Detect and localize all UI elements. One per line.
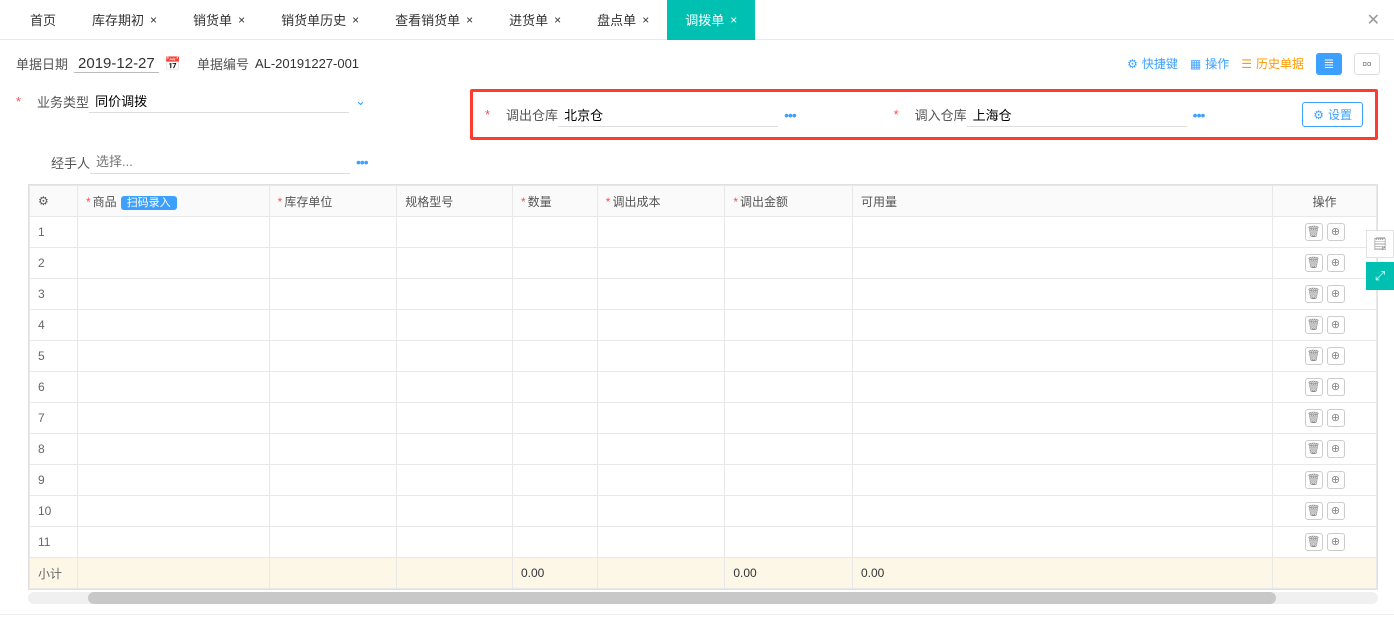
close-icon[interactable]: × bbox=[150, 13, 157, 27]
table-row[interactable]: 7🗑⊕ bbox=[30, 403, 1377, 434]
col-qty: *数量 bbox=[512, 186, 597, 217]
handler-label: 经手人 bbox=[28, 153, 90, 172]
date-value[interactable]: 2019-12-27 bbox=[74, 55, 159, 73]
table-row[interactable]: 4🗑⊕ bbox=[30, 310, 1377, 341]
table-row[interactable]: 5🗑⊕ bbox=[30, 341, 1377, 372]
tab-bar: 首页库存期初×销货单×销货单历史×查看销货单×进货单×盘点单×调拨单× bbox=[0, 0, 1394, 40]
add-icon[interactable]: ⊕ bbox=[1327, 533, 1345, 551]
add-icon[interactable]: ⊕ bbox=[1327, 285, 1345, 303]
settings-button[interactable]: ⚙设置 bbox=[1302, 102, 1363, 127]
grid-icon: ▦ bbox=[1190, 57, 1201, 71]
in-wh-input[interactable] bbox=[967, 103, 1187, 127]
notes-icon[interactable]: 🗒 bbox=[1366, 230, 1394, 258]
close-icon[interactable]: × bbox=[466, 13, 473, 27]
table-row[interactable]: 11🗑⊕ bbox=[30, 527, 1377, 558]
tab-进货单[interactable]: 进货单× bbox=[491, 0, 579, 40]
tab-盘点单[interactable]: 盘点单× bbox=[579, 0, 667, 40]
close-icon[interactable]: × bbox=[730, 13, 737, 27]
add-icon[interactable]: ⊕ bbox=[1327, 254, 1345, 272]
out-wh-input[interactable] bbox=[558, 103, 778, 127]
out-wh-label: 调出仓库 bbox=[496, 105, 558, 124]
col-amount: *调出金额 bbox=[725, 186, 853, 217]
close-icon[interactable]: × bbox=[352, 13, 359, 27]
table-row[interactable]: 10🗑⊕ bbox=[30, 496, 1377, 527]
close-icon[interactable]: × bbox=[238, 13, 245, 27]
subtotal-row: 小计0.000.000.00 bbox=[30, 558, 1377, 589]
delete-icon[interactable]: 🗑 bbox=[1305, 254, 1323, 272]
date-label: 单据日期 bbox=[16, 54, 68, 73]
delete-icon[interactable]: 🗑 bbox=[1305, 316, 1323, 334]
table-row[interactable]: 8🗑⊕ bbox=[30, 434, 1377, 465]
highlighted-warehouse-block: * 调出仓库 ••• * 调入仓库 ••• ⚙设置 bbox=[470, 89, 1378, 140]
view-list-button[interactable]: ≣ bbox=[1316, 53, 1342, 75]
biz-type-field: * 业务类型 ⌄ bbox=[16, 89, 446, 113]
shortcut-link[interactable]: ⚙快捷键 bbox=[1127, 55, 1178, 72]
delete-icon[interactable]: 🗑 bbox=[1305, 223, 1323, 241]
col-gear[interactable]: ⚙ bbox=[30, 186, 78, 217]
col-spec: 规格型号 bbox=[397, 186, 513, 217]
history-link[interactable]: ☰历史单据 bbox=[1241, 55, 1304, 72]
col-op: 操作 bbox=[1273, 186, 1377, 217]
col-product: *商品扫码录入 bbox=[78, 186, 270, 217]
more-icon[interactable]: ••• bbox=[1193, 107, 1205, 123]
more-icon[interactable]: ••• bbox=[356, 154, 368, 170]
tab-首页[interactable]: 首页 bbox=[12, 0, 74, 40]
close-icon[interactable]: × bbox=[642, 13, 649, 27]
scan-badge[interactable]: 扫码录入 bbox=[121, 196, 177, 210]
tab-销货单历史[interactable]: 销货单历史× bbox=[263, 0, 377, 40]
horizontal-scrollbar[interactable] bbox=[28, 592, 1378, 604]
more-icon[interactable]: ••• bbox=[784, 107, 796, 123]
docno-value: AL-20191227-001 bbox=[255, 56, 359, 71]
chevron-down-icon[interactable]: ⌄ bbox=[355, 93, 366, 109]
tab-调拨单[interactable]: 调拨单× bbox=[667, 0, 755, 40]
gear-icon: ⚙ bbox=[1313, 108, 1324, 122]
col-cost: *调出成本 bbox=[597, 186, 725, 217]
add-icon[interactable]: ⊕ bbox=[1327, 378, 1345, 396]
gear-icon: ⚙ bbox=[1127, 57, 1138, 71]
close-icon[interactable]: × bbox=[554, 13, 561, 27]
col-avail: 可用量 bbox=[853, 186, 1273, 217]
table-row[interactable]: 9🗑⊕ bbox=[30, 465, 1377, 496]
delete-icon[interactable]: 🗑 bbox=[1305, 347, 1323, 365]
calendar-icon[interactable]: 📅 bbox=[165, 56, 181, 72]
add-icon[interactable]: ⊕ bbox=[1327, 440, 1345, 458]
list-icon: ☰ bbox=[1241, 57, 1252, 71]
close-icon[interactable]: ✕ bbox=[1367, 10, 1380, 30]
delete-icon[interactable]: 🗑 bbox=[1305, 409, 1323, 427]
table-row[interactable]: 2🗑⊕ bbox=[30, 248, 1377, 279]
docno-label: 单据编号 bbox=[197, 54, 249, 73]
handler-field: 经手人 ••• bbox=[16, 150, 446, 174]
delete-icon[interactable]: 🗑 bbox=[1305, 285, 1323, 303]
form-row-1: * 业务类型 ⌄ * 调出仓库 ••• * 调入仓库 ••• ⚙设置 bbox=[0, 83, 1394, 150]
add-icon[interactable]: ⊕ bbox=[1327, 347, 1345, 365]
line-items-grid: ⚙ *商品扫码录入 *库存单位 规格型号 *数量 *调出成本 *调出金额 可用量… bbox=[28, 184, 1378, 590]
bottom-bar bbox=[0, 614, 1394, 642]
biz-type-input[interactable] bbox=[89, 89, 349, 113]
biz-type-label: 业务类型 bbox=[27, 92, 89, 111]
operate-link[interactable]: ▦操作 bbox=[1190, 55, 1229, 72]
handler-input[interactable] bbox=[90, 150, 350, 174]
table-row[interactable]: 1🗑⊕ bbox=[30, 217, 1377, 248]
table-row[interactable]: 6🗑⊕ bbox=[30, 372, 1377, 403]
side-float-panel: 🗒 ⤢ bbox=[1366, 230, 1394, 290]
view-card-button[interactable]: ▫▫ bbox=[1354, 53, 1380, 75]
delete-icon[interactable]: 🗑 bbox=[1305, 533, 1323, 551]
delete-icon[interactable]: 🗑 bbox=[1305, 378, 1323, 396]
expand-icon[interactable]: ⤢ bbox=[1366, 262, 1394, 290]
tab-库存期初[interactable]: 库存期初× bbox=[74, 0, 175, 40]
col-unit: *库存单位 bbox=[269, 186, 397, 217]
in-wh-label: 调入仓库 bbox=[905, 105, 967, 124]
tab-销货单[interactable]: 销货单× bbox=[175, 0, 263, 40]
doc-header: 单据日期 2019-12-27 📅 单据编号 AL-20191227-001 ⚙… bbox=[0, 40, 1394, 83]
delete-icon[interactable]: 🗑 bbox=[1305, 440, 1323, 458]
tab-查看销货单[interactable]: 查看销货单× bbox=[377, 0, 491, 40]
add-icon[interactable]: ⊕ bbox=[1327, 409, 1345, 427]
add-icon[interactable]: ⊕ bbox=[1327, 316, 1345, 334]
delete-icon[interactable]: 🗑 bbox=[1305, 502, 1323, 520]
add-icon[interactable]: ⊕ bbox=[1327, 502, 1345, 520]
add-icon[interactable]: ⊕ bbox=[1327, 471, 1345, 489]
table-row[interactable]: 3🗑⊕ bbox=[30, 279, 1377, 310]
add-icon[interactable]: ⊕ bbox=[1327, 223, 1345, 241]
delete-icon[interactable]: 🗑 bbox=[1305, 471, 1323, 489]
